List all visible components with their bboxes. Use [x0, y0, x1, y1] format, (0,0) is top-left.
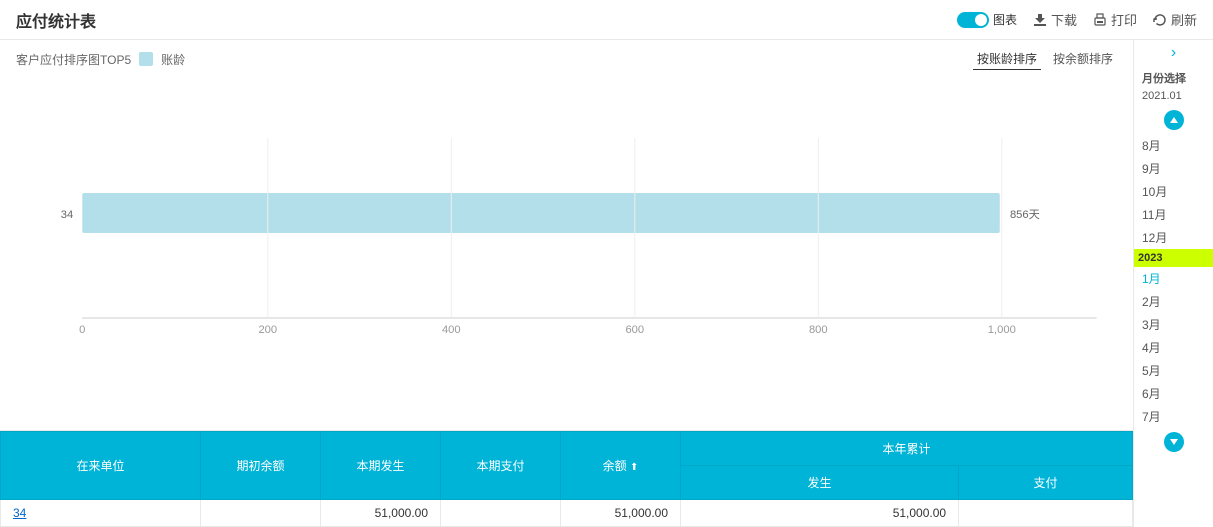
month-sidebar: › 月份选择 2021.01 8月 9月 10月 11月 12月 2023 1月…	[1133, 40, 1213, 527]
sidebar-title: 月份选择	[1134, 66, 1213, 88]
cell-current-payment	[441, 500, 561, 527]
month-nav-bottom	[1134, 428, 1213, 456]
cell-balance: 51,000.00	[561, 500, 681, 527]
svg-text:800: 800	[809, 324, 828, 336]
svg-text:34: 34	[61, 209, 73, 221]
col-opening-balance: 期初余额	[201, 432, 321, 500]
page-title: 应付统计表	[16, 8, 96, 32]
col-ytd-group: 本年累计	[681, 432, 1133, 466]
year-2023-label: 2023	[1134, 249, 1213, 267]
svg-text:400: 400	[442, 324, 461, 336]
sort-by-balance-button[interactable]: 按账龄排序	[973, 48, 1041, 70]
table-row: 34 51,000.00 51,000.00 51,000.00	[1, 500, 1133, 527]
month-list: 8月 9月 10月 11月 12月 2023 1月 2月 3月 4月 5月 6月…	[1134, 134, 1213, 428]
toggle-label: 图表	[993, 11, 1017, 28]
cell-ytd-payment	[959, 500, 1133, 527]
download-icon	[1033, 13, 1047, 27]
month-item-10[interactable]: 10月	[1134, 180, 1213, 203]
cell-opening-balance	[201, 500, 321, 527]
refresh-button[interactable]: 刷新	[1153, 10, 1197, 29]
month-item-11[interactable]: 11月	[1134, 203, 1213, 226]
cell-current-occurrence: 51,000.00	[321, 500, 441, 527]
print-icon	[1093, 13, 1107, 27]
svg-text:1,000: 1,000	[988, 324, 1016, 336]
legend-box-label: 账龄	[161, 51, 185, 68]
col-ytd-occurrence: 发生	[681, 466, 959, 500]
svg-text:200: 200	[258, 324, 277, 336]
chart-legend-label: 客户应付排序图TOP5	[16, 51, 131, 68]
legend-box-icon	[139, 52, 153, 66]
cell-ytd-occurrence: 51,000.00	[681, 500, 959, 527]
sidebar-year: 2021.01	[1134, 88, 1213, 106]
data-table: 在来单位 期初余额 本期发生 本期支付 余额 ⬆ 本年累计 发生	[0, 430, 1133, 527]
month-item-4[interactable]: 4月	[1134, 336, 1213, 359]
col-source-unit: 在来单位	[1, 432, 201, 500]
toggle-switch-icon	[957, 12, 989, 28]
nav-up-arrow[interactable]	[1164, 110, 1184, 130]
month-item-12[interactable]: 12月	[1134, 226, 1213, 249]
svg-text:0: 0	[79, 324, 85, 336]
svg-text:856天: 856天	[1010, 209, 1040, 221]
chart-svg: 34 856天 0 200 400 600 800 1,000	[16, 78, 1117, 358]
month-item-1[interactable]: 1月	[1134, 267, 1213, 290]
chart-container: 34 856天 0 200 400 600 800 1,000	[0, 78, 1133, 430]
col-balance: 余额 ⬆	[561, 432, 681, 500]
col-ytd-payment: 支付	[959, 466, 1133, 500]
month-item-7[interactable]: 7月	[1134, 405, 1213, 428]
cell-unit: 34	[1, 500, 201, 527]
col-current-occurrence: 本期发生	[321, 432, 441, 500]
download-button[interactable]: 下载	[1033, 10, 1077, 29]
sort-by-amount-button[interactable]: 按余额排序	[1049, 48, 1117, 70]
month-item-8[interactable]: 8月	[1134, 134, 1213, 157]
col-current-payment: 本期支付	[441, 432, 561, 500]
month-item-9[interactable]: 9月	[1134, 157, 1213, 180]
month-item-6[interactable]: 6月	[1134, 382, 1213, 405]
month-nav	[1134, 106, 1213, 134]
month-item-3[interactable]: 3月	[1134, 313, 1213, 336]
sidebar-collapse-button[interactable]: ›	[1134, 40, 1213, 66]
nav-down-arrow[interactable]	[1164, 432, 1184, 452]
print-button[interactable]: 打印	[1093, 10, 1137, 29]
month-item-2[interactable]: 2月	[1134, 290, 1213, 313]
svg-text:600: 600	[625, 324, 644, 336]
chart-toggle[interactable]: 图表	[957, 11, 1017, 28]
month-item-5[interactable]: 5月	[1134, 359, 1213, 382]
refresh-icon	[1153, 13, 1167, 27]
